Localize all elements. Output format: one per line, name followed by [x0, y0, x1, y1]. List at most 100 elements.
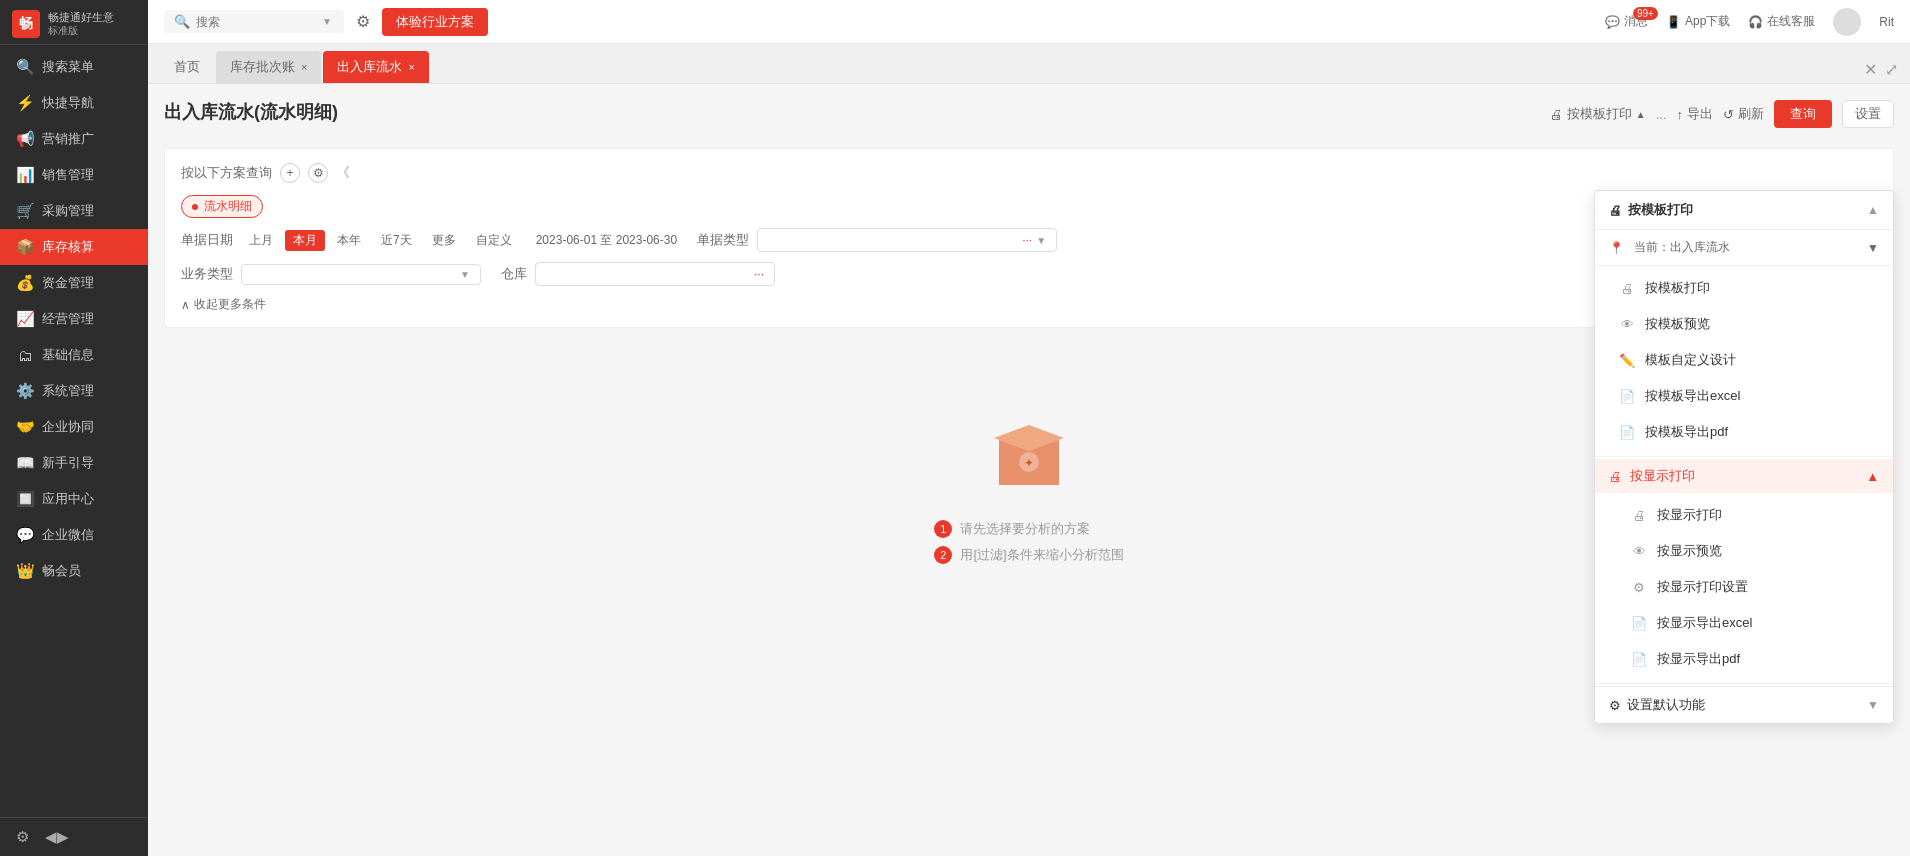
template-excel-icon: 📄	[1619, 389, 1635, 404]
sales-icon: 📊	[16, 166, 34, 184]
filter-setting-btn[interactable]: ⚙	[308, 163, 328, 183]
search-box[interactable]: 🔍 ▼	[164, 10, 344, 33]
dropdown-print-icon: 🖨	[1609, 203, 1622, 218]
tab-batch-close[interactable]: ×	[301, 61, 307, 73]
display-pdf-icon: 📄	[1631, 652, 1647, 667]
doc-type-more[interactable]: ···	[1022, 233, 1032, 247]
set-default-btn[interactable]: ⚙ 设置默认功能	[1609, 696, 1705, 714]
sidebar-item-label: 销售管理	[42, 166, 94, 184]
template-pdf-icon: 📄	[1619, 425, 1635, 440]
set-default-icon: ⚙	[1609, 698, 1621, 713]
display-section-arrow[interactable]: ▲	[1866, 469, 1879, 484]
sidebar-item-basic[interactable]: 🗂 基础信息	[0, 337, 148, 373]
biz-type-label: 业务类型	[181, 265, 233, 283]
operations-icon: 📈	[16, 310, 34, 328]
sidebar-item-apps[interactable]: 🔲 应用中心	[0, 481, 148, 517]
display-section-label: 按显示打印	[1630, 467, 1695, 485]
user-avatar[interactable]	[1833, 8, 1861, 36]
close-tab-icon[interactable]: ✕	[1864, 60, 1877, 79]
sidebar-item-finance[interactable]: 💰 资金管理	[0, 265, 148, 301]
template-pdf-label: 按模板导出pdf	[1645, 423, 1728, 441]
sidebar-item-shortcut[interactable]: ⚡ 快捷导航	[0, 85, 148, 121]
sidebar-item-marketing[interactable]: 📢 营销推广	[0, 121, 148, 157]
warehouse-more[interactable]: ···	[754, 267, 764, 281]
dropdown-header-arrow[interactable]: ▲	[1867, 203, 1879, 217]
sidebar-item-guide[interactable]: 📖 新手引导	[0, 445, 148, 481]
date-opt-current-month[interactable]: 本月	[285, 230, 325, 251]
topbar-gear-icon[interactable]: ⚙	[356, 12, 370, 31]
sidebar-item-system[interactable]: ⚙️ 系统管理	[0, 373, 148, 409]
print-dropdown-panel: 🖨 按模板打印 ▲ 📍 当前：出入库流水 ▼ 🖨 按模板打印 👁 按	[1594, 190, 1894, 724]
tab-flow[interactable]: 出入库流水 ×	[323, 51, 428, 83]
collapse-sidebar-icon[interactable]: ◀▶	[45, 828, 69, 846]
setting-btn[interactable]: 设置	[1842, 100, 1894, 128]
set-default-arrow[interactable]: ▼	[1867, 698, 1879, 712]
tab-bar: 首页 库存批次账 × 出入库流水 × ✕ ⤢	[148, 44, 1910, 84]
current-label: 当前：出入库流水	[1634, 239, 1730, 256]
biz-type-select[interactable]: ▼	[241, 264, 481, 285]
app-download-btn[interactable]: 📱 App下载	[1666, 13, 1730, 30]
sidebar-item-collab[interactable]: 🤝 企业协同	[0, 409, 148, 445]
filter-add-btn[interactable]: +	[280, 163, 300, 183]
collapse-arrow-icon: ∧	[181, 298, 190, 312]
display-settings-label: 按显示打印设置	[1657, 578, 1748, 596]
sidebar-item-wechat[interactable]: 💬 企业微信	[0, 517, 148, 553]
dropdown-template-excel[interactable]: 📄 按模板导出excel	[1595, 378, 1893, 414]
industry-btn[interactable]: 体验行业方案	[382, 8, 488, 36]
dropdown-separator	[1595, 456, 1893, 457]
dropdown-template-design[interactable]: ✏️ 模板自定义设计	[1595, 342, 1893, 378]
search-dropdown-icon[interactable]: ▼	[322, 16, 332, 27]
guide-icon: 📖	[16, 454, 34, 472]
dropdown-display-pdf[interactable]: 📄 按显示导出pdf	[1595, 641, 1893, 677]
tab-flow-close[interactable]: ×	[408, 61, 414, 73]
phone-icon: 📱	[1666, 15, 1681, 29]
dropdown-template-preview[interactable]: 👁 按模板预览	[1595, 306, 1893, 342]
sidebar-item-operations[interactable]: 📈 经营管理	[0, 301, 148, 337]
display-print-label: 按显示打印	[1657, 506, 1722, 524]
basic-icon: 🗂	[16, 347, 34, 364]
date-opt-current-year[interactable]: 本年	[329, 230, 369, 251]
dropdown-current[interactable]: 📍 当前：出入库流水 ▼	[1595, 230, 1893, 266]
current-arrow[interactable]: ▼	[1867, 241, 1879, 255]
dropdown-display-settings[interactable]: ⚙ 按显示打印设置	[1595, 569, 1893, 605]
sidebar-item-search[interactable]: 🔍 搜索菜单	[0, 49, 148, 85]
dropdown-template-pdf[interactable]: 📄 按模板导出pdf	[1595, 414, 1893, 450]
date-opt-last-month[interactable]: 上月	[241, 230, 281, 251]
step-2-num: 2	[934, 546, 952, 564]
date-opt-last-7[interactable]: 近7天	[373, 230, 420, 251]
toolbar-more-icon[interactable]: ...	[1656, 107, 1667, 122]
print-btn[interactable]: 🖨 按模板打印 ▲	[1550, 105, 1646, 123]
dropdown-template-print[interactable]: 🖨 按模板打印	[1595, 270, 1893, 306]
search-input[interactable]	[196, 15, 316, 29]
warehouse-field: 仓库 ···	[501, 262, 775, 286]
doc-type-select[interactable]: ··· ▼	[757, 228, 1057, 252]
dropdown-bottom[interactable]: ⚙ 设置默认功能 ▼	[1595, 686, 1893, 723]
dropdown-display-print[interactable]: 🖨 按显示打印	[1595, 497, 1893, 533]
warehouse-label: 仓库	[501, 265, 527, 283]
refresh-btn[interactable]: ↺ 刷新	[1723, 105, 1764, 123]
query-btn[interactable]: 查询	[1774, 100, 1832, 128]
warehouse-select[interactable]: ···	[535, 262, 775, 286]
display-section-header[interactable]: 🖨 按显示打印 ▲	[1595, 459, 1893, 493]
date-opt-custom[interactable]: 自定义	[468, 230, 520, 251]
dropdown-display-preview[interactable]: 👁 按显示预览	[1595, 533, 1893, 569]
sidebar-item-label: 快捷导航	[42, 94, 94, 112]
refresh-label: 刷新	[1738, 105, 1764, 123]
messages-btn[interactable]: 💬 消息 99+	[1605, 13, 1648, 30]
doc-type-arrow: ▼	[1036, 235, 1046, 246]
active-filter-chip[interactable]: 流水明细	[181, 195, 263, 218]
export-btn[interactable]: ↑ 导出	[1677, 105, 1714, 123]
settings-footer-icon[interactable]: ⚙	[16, 828, 29, 846]
dropdown-display-excel[interactable]: 📄 按显示导出excel	[1595, 605, 1893, 641]
tab-batch[interactable]: 库存批次账 ×	[216, 51, 321, 83]
filter-collapse-icon[interactable]: 《	[336, 164, 350, 182]
date-options: 上月 本月 本年 近7天 更多 自定义	[241, 230, 520, 251]
date-opt-more[interactable]: 更多	[424, 230, 464, 251]
sidebar-item-sales[interactable]: 📊 销售管理	[0, 157, 148, 193]
sidebar-item-member[interactable]: 👑 畅会员	[0, 553, 148, 589]
sidebar-item-inventory[interactable]: 📦 库存核算	[0, 229, 148, 265]
sidebar-item-purchase[interactable]: 🛒 采购管理	[0, 193, 148, 229]
online-service-btn[interactable]: 🎧 在线客服	[1748, 13, 1815, 30]
tab-home[interactable]: 首页	[160, 51, 214, 83]
expand-tab-icon[interactable]: ⤢	[1885, 60, 1898, 79]
